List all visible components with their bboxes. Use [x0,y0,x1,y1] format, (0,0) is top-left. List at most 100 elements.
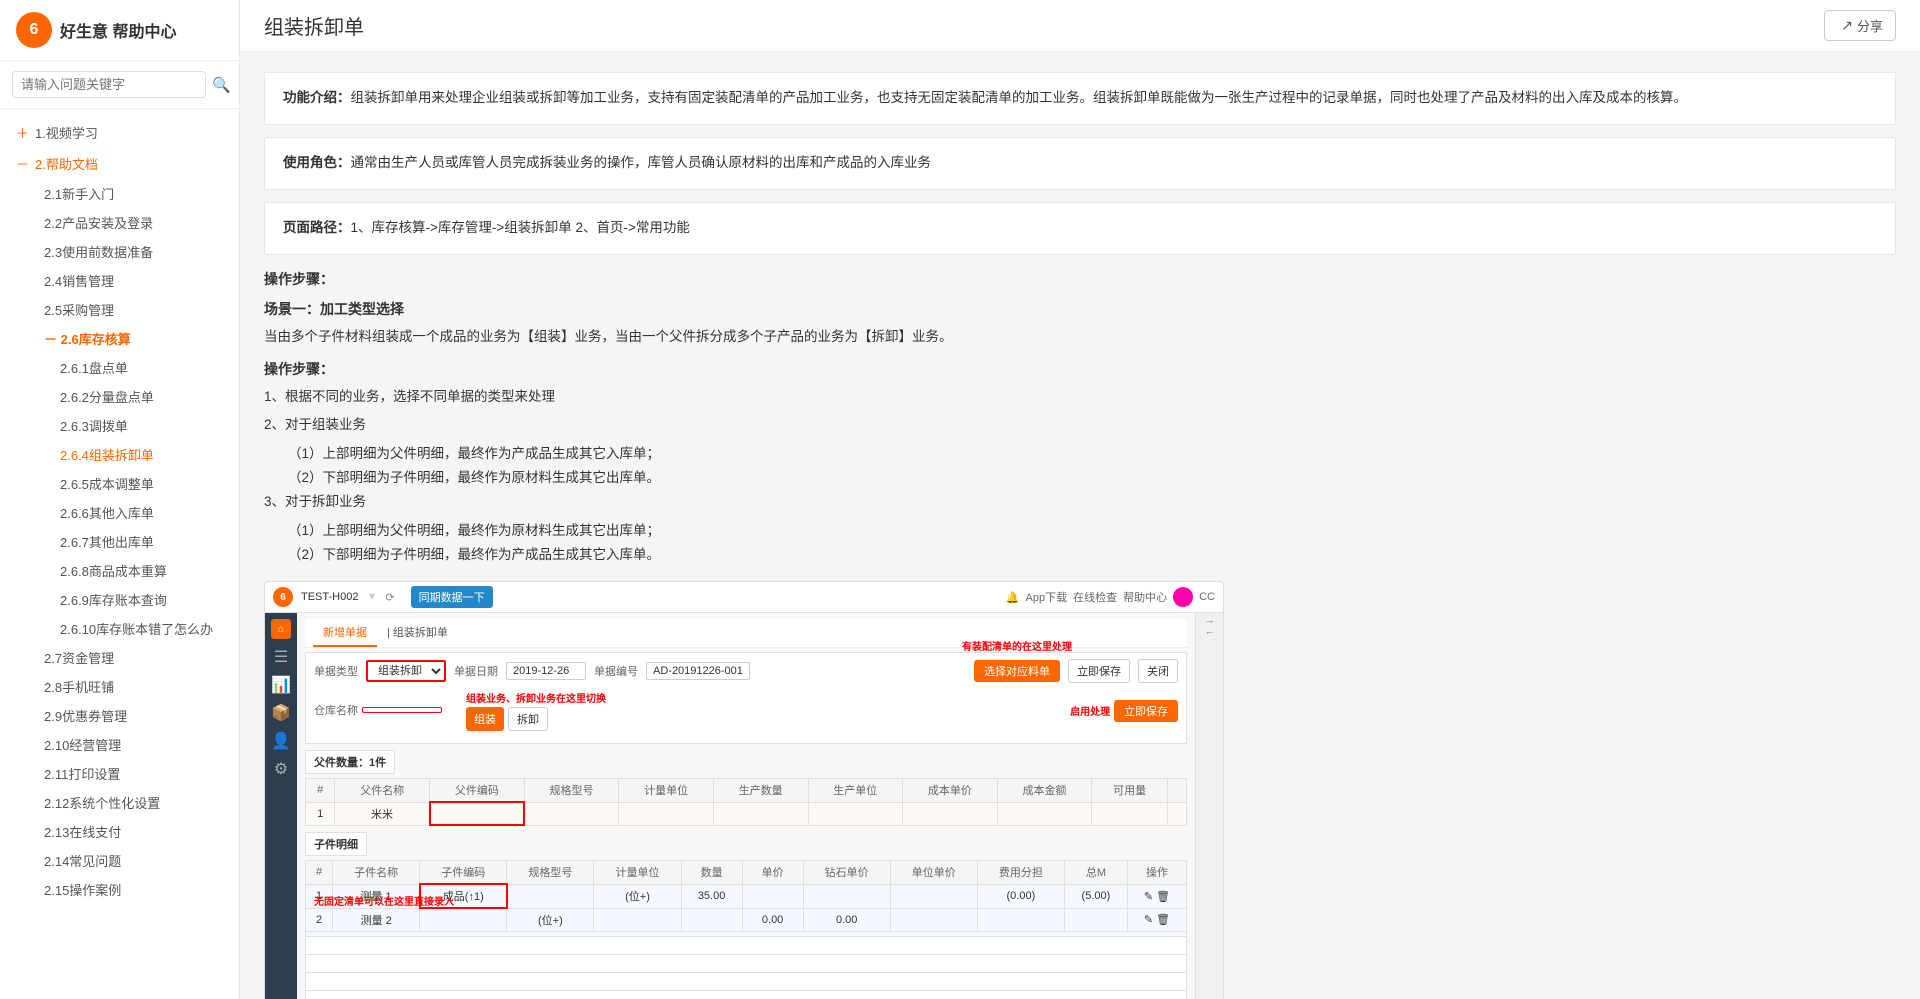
sidebar-item-inventory-10[interactable]: 2.6.10库存账本错了怎么办 [44,614,239,643]
mock-date-value: 2019-12-26 [506,662,586,680]
sidebar-item-inventory-2[interactable]: 2.6.2分量盘点单 [44,382,239,411]
mock-body: ⌂ ☰ 📊 📦 👤 ⚙ 新增单据 | 组装拆卸单 [265,613,1223,999]
mock-lth-8: 钻石单价 [803,861,890,885]
sidebar-item-assembly[interactable]: 2.6.4组装拆卸单 [44,440,239,469]
sidebar-item-finance[interactable]: 2.7资金管理 [28,643,239,672]
sidebar-item-install[interactable]: 2.2产品安装及登录 [28,208,239,237]
sidebar-item-management[interactable]: 2.10经营管理 [28,730,239,759]
sidebar-item-purchase[interactable]: 2.5采购管理 [28,295,239,324]
table-row: 2 测量 2 (位+) 0.00 0.00 [306,908,1187,931]
step2-sub2: （2）下部明细为子件明细，最终作为原材料生成其它出库单。 [264,466,1896,490]
sidebar-item-faq[interactable]: 2.14常见问题 [28,846,239,875]
mock-enable-area: 启用处理 立即保存 [1070,698,1178,722]
mock-confirm-area: 选择对应料单 有装配清单的在这里处理 [974,660,1060,682]
mock-th-op [1168,779,1187,803]
mock-btn-disassemble[interactable]: 拆卸 [508,707,548,731]
path-text: 页面路径：1、库存核算->库存管理->组装拆卸单 2、首页->常用功能 [283,217,1877,240]
mock-type-select[interactable]: 组装拆卸 [366,660,446,682]
mock-lth-4: 规格型号 [507,861,594,885]
share-button[interactable]: ↗ 分享 [1824,10,1896,41]
mock-icon-home: ⌂ [271,619,291,639]
role-intro-block: 使用角色：通常由生产人员或库管人员完成拆装业务的操作，库管人员确认原材料的出库和… [264,137,1896,190]
sidebar-item-coupon[interactable]: 2.9优惠券管理 [28,701,239,730]
mock-upper-section: 父件数量：1件 # 父件名称 父件编码 规格型号 计量单位 [305,750,1187,826]
sidebar-item-data-prep[interactable]: 2.3使用前数据准备 [28,237,239,266]
mock-lth-9: 单位单价 [890,861,977,885]
step2: 2、对于组装业务 [264,413,1896,437]
mock-td-2: 米米 [335,802,430,825]
mock-screen: 6 TEST-H002 ▼ ⟳ 同期数据一下 🔔 App下载 在线检查 帮助中心… [265,582,1223,999]
sidebar-item-inventory-8[interactable]: 2.6.8商品成本重算 [44,556,239,585]
sidebar-header: 6 好生意 帮助中心 [0,0,239,61]
search-icon[interactable]: 🔍 [212,76,231,94]
sidebar-item-mobile[interactable]: 2.8手机旺铺 [28,672,239,701]
mock-avatar [1173,587,1193,607]
scene1-desc: 当由多个子件材料组装成一个成品的业务为【组装】业务，当由一个父件拆分成多个子产品… [264,325,1896,349]
mock-btn-cancel[interactable]: 关闭 [1138,659,1178,683]
mock-th-1: # [306,779,335,803]
mock-th-7: 生产单位 [808,779,903,803]
mock-td-5 [619,802,714,825]
mock-assemble-area: 组装业务、拆卸业务在这里切换 组装 拆卸 [466,689,606,731]
mock-ltd-11: (5.00) [1064,884,1127,908]
mock-ltd2-6 [681,908,742,931]
mock-btn-enable[interactable]: 立即保存 [1114,700,1178,722]
sidebar-item-inventory-7[interactable]: 2.6.7其他出库单 [44,527,239,556]
mock-tab-add[interactable]: 新增单据 [313,619,377,647]
mock-topbar: 6 TEST-H002 ▼ ⟳ 同期数据一下 🔔 App下载 在线检查 帮助中心… [265,582,1223,613]
sidebar-item-inventory-9[interactable]: 2.6.9库存账本查询 [44,585,239,614]
logo: 6 [16,12,52,48]
sidebar-item-payment[interactable]: 2.13在线支付 [28,817,239,846]
mock-btn-assemble[interactable]: 组装 [466,707,504,731]
mock-lth-10: 费用分担 [977,861,1064,885]
mock-ltd-4 [507,884,594,908]
mock-btn-new[interactable]: 同期数据一下 [411,586,493,608]
sidebar-item-label: 1.视频学习 [35,123,98,142]
mock-lower-thead: # 子件名称 子件编码 规格型号 计量单位 数量 单价 钻石单价 单位单价 [306,861,1187,885]
table-row: 1 米米 [306,802,1187,825]
sidebar-item-cases[interactable]: 2.15操作案例 [28,875,239,904]
nav-sub-docs: 2.1新手入门 2.2产品安装及登录 2.3使用前数据准备 2.4销售管理 2.… [0,179,239,904]
search-input[interactable] [12,71,206,98]
mock-ltd2-7: 0.00 [742,908,803,931]
sidebar-item-inventory-1[interactable]: 2.6.1盘点单 [44,353,239,382]
nav-tree: ＋ 1.视频学习 － 2.帮助文档 2.1新手入门 2.2产品安装及登录 2.3… [0,109,239,999]
sidebar-item-sales[interactable]: 2.4销售管理 [28,266,239,295]
path-block: 页面路径：1、库存核算->库存管理->组装拆卸单 2、首页->常用功能 [264,202,1896,255]
sidebar-item-inventory-6[interactable]: 2.6.6其他入库单 [44,498,239,527]
sidebar-item-inventory-5[interactable]: 2.6.5成本调整单 [44,469,239,498]
mock-ltd2-11 [1064,908,1127,931]
mock-btn-save[interactable]: 立即保存 [1068,659,1130,683]
mock-btn-confirm[interactable]: 选择对应料单 [974,660,1060,682]
sidebar-item-print[interactable]: 2.11打印设置 [28,759,239,788]
mock-ltd-empty-note: 无固定清单可以在这里直接录入 [306,931,1187,936]
sidebar-item-newbie[interactable]: 2.1新手入门 [28,179,239,208]
step1: 1、根据不同的业务，选择不同单据的类型来处理 [264,385,1896,409]
mock-th-2: 父件名称 [335,779,430,803]
mock-td-8 [903,802,998,825]
sidebar-item-label: 2.6库存核算 [61,332,131,347]
main: 组装拆卸单 ↗ 分享 功能介绍：组装拆卸单用来处理企业组装或拆卸等加工业务，支持… [240,0,1920,999]
table-row [306,990,1187,999]
func-intro-block: 功能介绍：组装拆卸单用来处理企业组装或拆卸等加工业务，支持有固定装配清单的产品加… [264,72,1896,125]
share-label: 分享 [1857,16,1883,35]
mock-form: 单据类型 组装拆卸 单据日期 2019-12-26 单据编号 AD-201912… [305,652,1187,744]
content-area: 功能介绍：组装拆卸单用来处理企业组装或拆卸等加工业务，支持有固定装配清单的产品加… [240,52,1920,999]
mock-right-bar: ↑ ↓ [1195,613,1223,999]
mock-icon-gear: ⚙ [274,759,288,779]
sidebar-item-system[interactable]: 2.12系统个性化设置 [28,788,239,817]
step2-sub1: （1）上部明细为父件明细，最终作为产成品生成其它入库单； [264,442,1896,466]
sidebar-item-docs[interactable]: － 2.帮助文档 [0,148,239,179]
sidebar-item-video[interactable]: ＋ 1.视频学习 [0,117,239,148]
sidebar-item-inventory[interactable]: － 2.6库存核算 [28,324,239,353]
mock-ltd2-5 [594,908,681,931]
sidebar-item-inventory-3[interactable]: 2.6.3调拨单 [44,411,239,440]
sidebar: 6 好生意 帮助中心 🔍 ＋ 1.视频学习 － 2.帮助文档 2.1新手入门 2… [0,0,240,999]
mock-ltd-op: ✎ 🗑 [1127,884,1186,908]
mock-th-3: 父件编码 [430,779,525,803]
annotation-label-4: 无固定清单可以在这里直接录入 [314,893,454,908]
mock-user-label: CC [1199,591,1215,603]
mock-tab-list[interactable]: | 组装拆卸单 [377,619,458,647]
scene1-heading: 场景一：加工类型选择 [264,299,1896,319]
mock-lower-section: 子件明细 # 子件名称 子件编码 规格型号 计量单位 数量 [305,832,1187,999]
